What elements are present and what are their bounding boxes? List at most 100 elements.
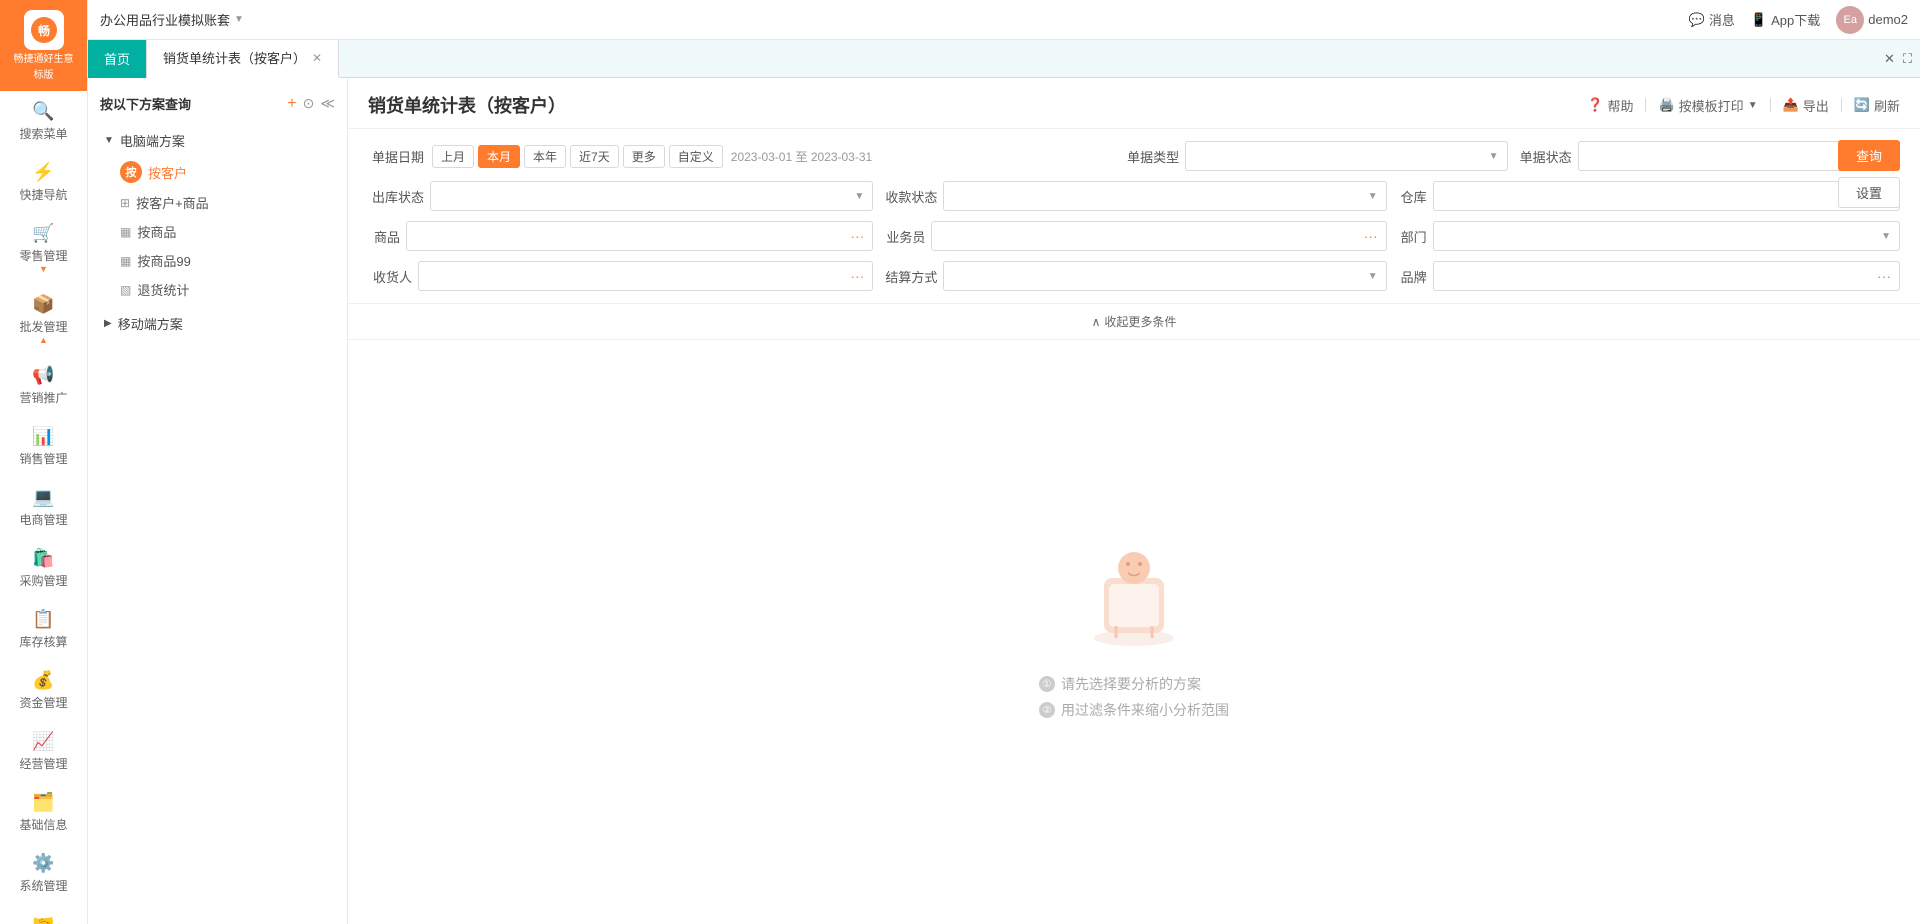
sidebar-item-search-menu[interactable]: 🔍 搜索菜单 [0,91,87,152]
tree-item-by-goods[interactable]: ▦ 按商品 [88,217,347,246]
tab-window-controls: ✕ ⛶ [1876,51,1920,67]
user-label: demo2 [1868,12,1908,27]
sidebar-item-label: 采购管理 [19,572,67,589]
minimize-icon[interactable]: ✕ [1884,51,1895,67]
sidebar-item-label: 基础信息 [19,816,67,833]
export-btn[interactable]: 📤 导出 [1783,96,1829,115]
date-range-display: 2023-03-01 至 2023-03-31 [731,148,1115,165]
template-print-btn[interactable]: 🖨️ 按模板打印 ▼ [1658,96,1757,115]
warehouse-input[interactable]: ··· [1433,181,1900,211]
sidebar-item-retail[interactable]: 🛒 零售管理 ▼ [0,213,87,284]
brand-input[interactable]: ··· [1433,261,1900,291]
sidebar-item-base[interactable]: 🗂️ 基础信息 [0,782,87,843]
collapse-more-btn[interactable]: ∧ 收起更多条件 [1078,310,1191,333]
active-scheme-icon: 按 [120,161,142,183]
search-btn[interactable]: 查询 [1838,140,1900,171]
tree-expand-icon: ▼ [104,135,114,146]
sidebar-item-sales[interactable]: 📊 销售管理 [0,416,87,477]
refresh-icon: 🔄 [1854,97,1870,113]
app-download-btn[interactable]: 📱 App下载 [1751,10,1820,29]
sales-stat-tab-label: 销货单统计表（按客户） [163,48,306,67]
maximize-icon[interactable]: ⛶ [1903,51,1912,67]
department-arrow-icon: ▼ [1881,231,1891,242]
by-goods-label: 按商品 [137,222,176,241]
sidebar-item-quick-nav[interactable]: ⚡ 快捷导航 [0,152,87,213]
payment-status-label: 收款状态 [881,187,937,206]
sidebar-item-label: 系统管理 [19,877,67,894]
date-7days-btn[interactable]: 近7天 [570,145,619,168]
tab-sales-stat[interactable]: 销货单统计表（按客户） ✕ [147,40,339,78]
sidebar-item-enterprise[interactable]: 🤝 企业协同 [0,904,87,924]
sidebar-item-wholesale[interactable]: 📦 批发管理 ▲ [0,284,87,355]
ops-icon: 📈 [32,731,54,752]
bill-status-label: 单据状态 [1516,147,1572,166]
refresh-btn[interactable]: 🔄 刷新 [1854,96,1900,115]
tree-section-desktop[interactable]: ▼ 电脑端方案 [88,125,347,156]
table-icon2: ▦ [120,254,131,268]
sidebar-item-inventory[interactable]: 📋 库存核算 [0,599,87,660]
department-select[interactable]: ▼ [1433,221,1900,251]
app-subtitle: 标版 [34,66,54,81]
help-label: 帮助 [1607,96,1633,115]
date-label: 单据日期 [368,147,424,166]
account-dropdown[interactable]: 办公用品行业模拟账套 ▼ [100,10,244,29]
sidebar-item-purchase[interactable]: 🛍️ 采购管理 [0,538,87,599]
tree-item-refund-stat[interactable]: ▧ 退货统计 [88,275,347,304]
sidebar-item-finance[interactable]: 💰 资金管理 [0,660,87,721]
settlement-select[interactable]: ▼ [943,261,1386,291]
bill-type-select[interactable]: ▼ [1185,141,1507,171]
date-this-month-btn[interactable]: 本月 [478,145,520,168]
salesperson-input[interactable]: ··· [931,221,1386,251]
sidebar-item-ops[interactable]: 📈 经营管理 [0,721,87,782]
warehouse-filter: 仓库 ··· [1395,181,1900,211]
tab-close-icon[interactable]: ✕ [312,51,322,65]
collapse-panel-btn[interactable]: ≪ [320,95,335,112]
payment-status-select[interactable]: ▼ [943,181,1386,211]
date-custom-btn[interactable]: 自定义 [669,145,723,168]
by-customer-goods-label: 按客户+商品 [136,193,209,212]
out-status-arrow-icon: ▼ [854,191,864,202]
wholesale-icon: 📦 [32,294,54,315]
message-btn[interactable]: 💬 消息 [1689,10,1735,29]
out-status-select[interactable]: ▼ [430,181,873,211]
date-last-month-btn[interactable]: 上月 [432,145,474,168]
top-bar-left: 办公用品行业模拟账套 ▼ [100,10,244,29]
date-more-btn[interactable]: 更多 [623,145,665,168]
empty-hint-1: ① 请先选择要分析的方案 [1039,674,1229,694]
tree-item-by-customer-goods[interactable]: ⊞ 按客户+商品 [88,188,347,217]
enterprise-icon: 🤝 [32,914,54,924]
tree-collapse-icon: ▶ [104,318,112,329]
date-range-text: 2023-03-01 至 2023-03-31 [731,150,872,164]
sidebar-item-sys[interactable]: ⚙️ 系统管理 [0,843,87,904]
purchase-icon: 🛍️ [32,548,54,569]
receiver-dots-icon: ··· [850,268,864,284]
sidebar-item-ecom[interactable]: 💻 电商管理 [0,477,87,538]
retail-icon: 🛒 [32,223,54,244]
refund-stat-label: 退货统计 [137,280,189,299]
sidebar-item-label: 销售管理 [19,450,67,467]
ecom-icon: 💻 [32,487,54,508]
tree-item-by-customer[interactable]: 按 按客户 [88,156,347,188]
date-shortcuts: 上月 本月 本年 近7天 更多 自定义 [432,145,723,168]
goods-input[interactable]: ··· [406,221,873,251]
tree-section-mobile[interactable]: ▶ 移动端方案 [88,308,347,339]
salesperson-filter: 业务员 ··· [881,221,1386,251]
settings-btn[interactable]: 设置 [1838,177,1900,208]
tree-item-by-goods-99[interactable]: ▦ 按商品99 [88,246,347,275]
out-status-label: 出库状态 [368,187,424,206]
user-area[interactable]: Ea demo2 [1836,6,1908,34]
add-scheme-btn[interactable]: + [287,95,296,113]
tab-home[interactable]: 首页 [88,40,147,78]
right-panel: 销货单统计表（按客户） ❓ 帮助 🖨️ 按模板打印 ▼ 📤 [348,78,1920,924]
sidebar-item-marketing[interactable]: 📢 营销推广 [0,355,87,416]
date-this-year-btn[interactable]: 本年 [524,145,566,168]
payment-status-filter: 收款状态 ▼ [881,181,1386,211]
sidebar: 畅 畅捷通好生意 标版 🔍 搜索菜单 ⚡ 快捷导航 🛒 零售管理 ▼ 📦 批发管… [0,0,88,924]
receiver-input[interactable]: ··· [418,261,873,291]
sidebar-nav: 🔍 搜索菜单 ⚡ 快捷导航 🛒 零售管理 ▼ 📦 批发管理 ▲ 📢 营销推广 📊… [0,91,87,924]
help-btn[interactable]: ❓ 帮助 [1587,96,1633,115]
settings-scheme-btn[interactable]: ⊙ [303,95,315,112]
brand-filter: 品牌 ··· [1395,261,1900,291]
page-actions: ❓ 帮助 🖨️ 按模板打印 ▼ 📤 导出 [1587,96,1900,115]
hint-text-2: 用过滤条件来缩小分析范围 [1061,700,1229,720]
